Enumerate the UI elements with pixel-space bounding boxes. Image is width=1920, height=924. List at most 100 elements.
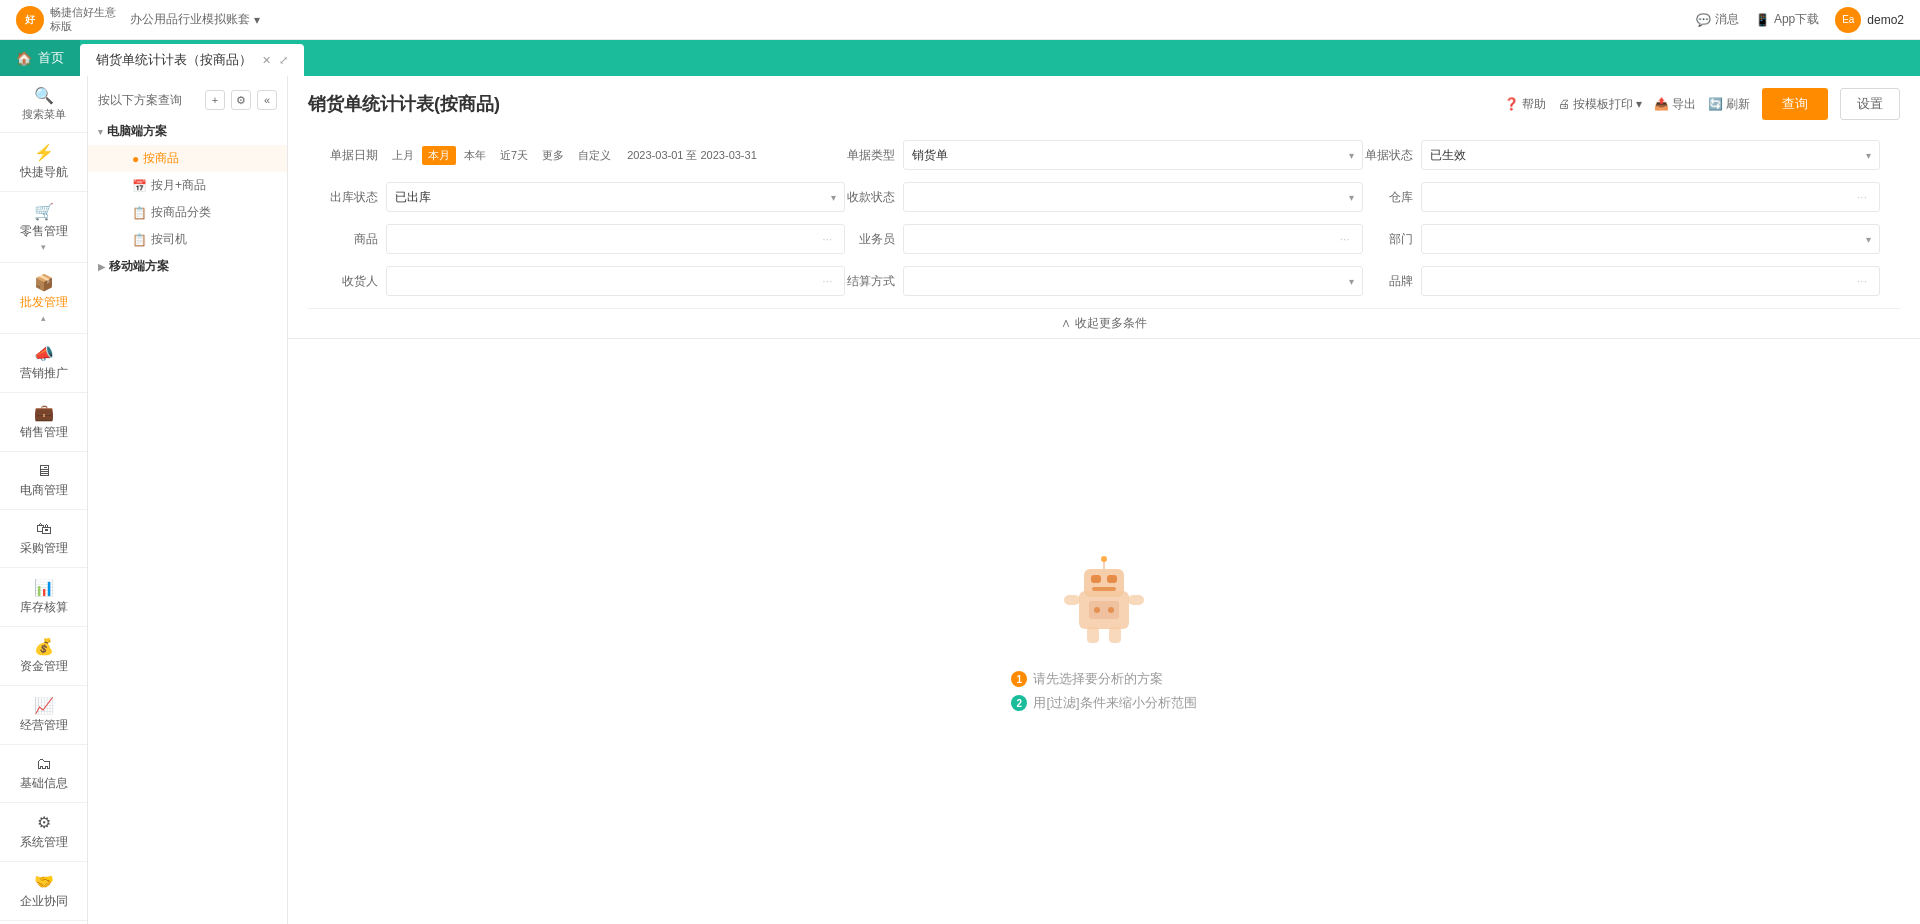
- month-product-icon: 📅: [132, 179, 147, 193]
- page-actions: ❓ 帮助 🖨 按模板打印 ▾ 📤 导出 🔄: [1504, 88, 1900, 120]
- panel-add-button[interactable]: +: [205, 90, 225, 110]
- category-icon: 📋: [132, 206, 147, 220]
- recipient-label: 收货人: [328, 273, 378, 290]
- product-dots-icon[interactable]: ···: [822, 232, 832, 246]
- filter-out-status: 出库状态 已出库 ▾: [328, 182, 845, 212]
- tab-sales-stat[interactable]: 销货单统计计表（按商品） ✕ ⤢: [80, 44, 304, 76]
- filter-dept-value[interactable]: ▾: [1421, 224, 1880, 254]
- sidebar-item-inventory[interactable]: 📊 库存核算: [0, 568, 87, 627]
- sidebar-item-finance[interactable]: 💰 资金管理: [0, 627, 87, 686]
- sidebar-item-enterprise[interactable]: 🤝 企业协同: [0, 862, 87, 921]
- tree-item-by-cashier[interactable]: 📋 按司机: [88, 226, 287, 253]
- sidebar-item-wholesale[interactable]: 📦 批发管理 ▴: [0, 263, 87, 334]
- date-range-text: 2023-03-01 至 2023-03-31: [627, 148, 757, 163]
- svg-rect-9: [1087, 627, 1099, 643]
- filter-collect-status-value[interactable]: ▾: [903, 182, 1362, 212]
- print-chevron-icon: ▾: [1636, 97, 1642, 111]
- sidebar-item-basic[interactable]: 🗂 基础信息: [0, 745, 87, 803]
- tree-expand-mobile-icon: ▶: [98, 262, 105, 272]
- panel-collapse-button[interactable]: «: [257, 90, 277, 110]
- filter-salesperson: 业务员 ···: [845, 224, 1362, 254]
- warehouse-dots-icon[interactable]: ···: [1857, 190, 1867, 204]
- svg-point-13: [1108, 607, 1114, 613]
- print-link[interactable]: 🖨 按模板打印 ▾: [1558, 96, 1642, 113]
- panel-header: 按以下方案查询 + ⚙ «: [88, 86, 287, 118]
- sidebar-item-ecom[interactable]: 🖥 电商管理: [0, 452, 87, 510]
- settings-button[interactable]: 设置: [1840, 88, 1900, 120]
- filter-warehouse: 仓库 ···: [1363, 182, 1880, 212]
- collapse-bar[interactable]: ∧ 收起更多条件: [308, 308, 1900, 338]
- operations-icon: 📈: [34, 696, 54, 715]
- filter-out-status-value[interactable]: 已出库 ▾: [386, 182, 845, 212]
- type-chevron-icon: ▾: [1349, 150, 1354, 161]
- filter-payment-value[interactable]: ▾: [903, 266, 1362, 296]
- dept-label: 部门: [1363, 231, 1413, 248]
- date-tab-7days[interactable]: 近7天: [494, 146, 534, 165]
- brand-dots-icon[interactable]: ···: [1857, 274, 1867, 288]
- top-bar: 好 畅捷信好生意 标版 办公用品行业模拟账套 ▾ 💬 消息 📱 App下载 Ea…: [0, 0, 1920, 40]
- tab-home[interactable]: 🏠 首页: [0, 40, 80, 76]
- message-button[interactable]: 💬 消息: [1696, 11, 1739, 28]
- status-chevron-icon: ▾: [1866, 150, 1871, 161]
- salesperson-dots-icon[interactable]: ···: [1340, 232, 1350, 246]
- basic-icon: 🗂: [36, 755, 52, 773]
- left-panel: 按以下方案查询 + ⚙ « ▾ 电脑端方案 ● 按商品 📅 按月+商品: [88, 76, 288, 924]
- sidebar-item-system[interactable]: ⚙ 系统管理: [0, 803, 87, 862]
- sidebar-item-operations[interactable]: 📈 经营管理: [0, 686, 87, 745]
- date-tab-more[interactable]: 更多: [536, 146, 570, 165]
- export-link[interactable]: 📤 导出: [1654, 96, 1696, 113]
- refresh-link[interactable]: 🔄 刷新: [1708, 96, 1750, 113]
- filter-type-value[interactable]: 销货单 ▾: [903, 140, 1362, 170]
- type-label: 单据类型: [845, 147, 895, 164]
- tree-section-mobile[interactable]: ▶ 移动端方案: [88, 253, 287, 280]
- filter-recipient-value[interactable]: ···: [386, 266, 845, 296]
- tree-section-pc[interactable]: ▾ 电脑端方案: [88, 118, 287, 145]
- sidebar-item-search[interactable]: 🔍 搜索菜单: [0, 76, 87, 133]
- svg-rect-4: [1092, 587, 1116, 591]
- finance-icon: 💰: [34, 637, 54, 656]
- inventory-icon: 📊: [34, 578, 54, 597]
- filter-collect-status: 收款状态 ▾: [845, 182, 1362, 212]
- app-selector[interactable]: 办公用品行业模拟账套 ▾: [124, 9, 266, 30]
- sidebar: 🔍 搜索菜单 ⚡ 快捷导航 🛒 零售管理 ▾ 📦 批发管理 ▴ 📣 营销推广 💼…: [0, 76, 88, 924]
- filter-warehouse-value[interactable]: ···: [1421, 182, 1880, 212]
- sidebar-item-retail[interactable]: 🛒 零售管理 ▾: [0, 192, 87, 263]
- date-tab-custom[interactable]: 自定义: [572, 146, 617, 165]
- sidebar-item-marketing[interactable]: 📣 营销推广: [0, 334, 87, 393]
- page-title-row: 销货单统计计表(按商品) ❓ 帮助 🖨 按模板打印 ▾ 📤: [308, 88, 1900, 120]
- tab-maximize-icon[interactable]: ⤢: [279, 54, 288, 67]
- empty-tip-1: 1 请先选择要分析的方案: [1011, 670, 1196, 688]
- tree-item-by-category[interactable]: 📋 按商品分类: [88, 199, 287, 226]
- dept-chevron-icon: ▾: [1866, 234, 1871, 245]
- date-tab-last-month[interactable]: 上月: [386, 146, 420, 165]
- filter-row-4: 收货人 ··· 结算方式 ▾: [328, 266, 1880, 296]
- tab-close-icon[interactable]: ✕: [262, 54, 271, 67]
- sidebar-item-quicknav[interactable]: ⚡ 快捷导航: [0, 133, 87, 192]
- date-tab-this-year[interactable]: 本年: [458, 146, 492, 165]
- filter-product-value[interactable]: ···: [386, 224, 845, 254]
- marketing-icon: 📣: [34, 344, 54, 363]
- filter-brand-value[interactable]: ···: [1421, 266, 1880, 296]
- recipient-dots-icon[interactable]: ···: [822, 274, 832, 288]
- user-area[interactable]: Ea demo2: [1835, 7, 1904, 33]
- sales-icon: 💼: [34, 403, 54, 422]
- app-download-button[interactable]: 📱 App下载: [1755, 11, 1819, 28]
- svg-rect-7: [1064, 595, 1080, 605]
- filter-dept: 部门 ▾: [1363, 224, 1880, 254]
- sidebar-item-purchase[interactable]: 🛍 采购管理: [0, 510, 87, 568]
- tree-item-by-month-product[interactable]: 📅 按月+商品: [88, 172, 287, 199]
- logo-text: 畅捷信好生意 标版: [50, 6, 116, 32]
- query-button[interactable]: 查询: [1762, 88, 1828, 120]
- help-link[interactable]: ❓ 帮助: [1504, 96, 1546, 113]
- tree-item-by-product[interactable]: ● 按商品: [88, 145, 287, 172]
- home-icon: 🏠: [16, 51, 32, 66]
- main-layout: 🔍 搜索菜单 ⚡ 快捷导航 🛒 零售管理 ▾ 📦 批发管理 ▴ 📣 营销推广 💼…: [0, 76, 1920, 924]
- date-tab-this-month[interactable]: 本月: [422, 146, 456, 165]
- sidebar-item-sales[interactable]: 💼 销售管理: [0, 393, 87, 452]
- filter-salesperson-value[interactable]: ···: [903, 224, 1362, 254]
- panel-settings-button[interactable]: ⚙: [231, 90, 251, 110]
- filter-status-value[interactable]: 已生效 ▾: [1421, 140, 1880, 170]
- out-status-label: 出库状态: [328, 189, 378, 206]
- system-icon: ⚙: [37, 813, 51, 832]
- top-bar-left: 好 畅捷信好生意 标版 办公用品行业模拟账套 ▾: [16, 6, 266, 34]
